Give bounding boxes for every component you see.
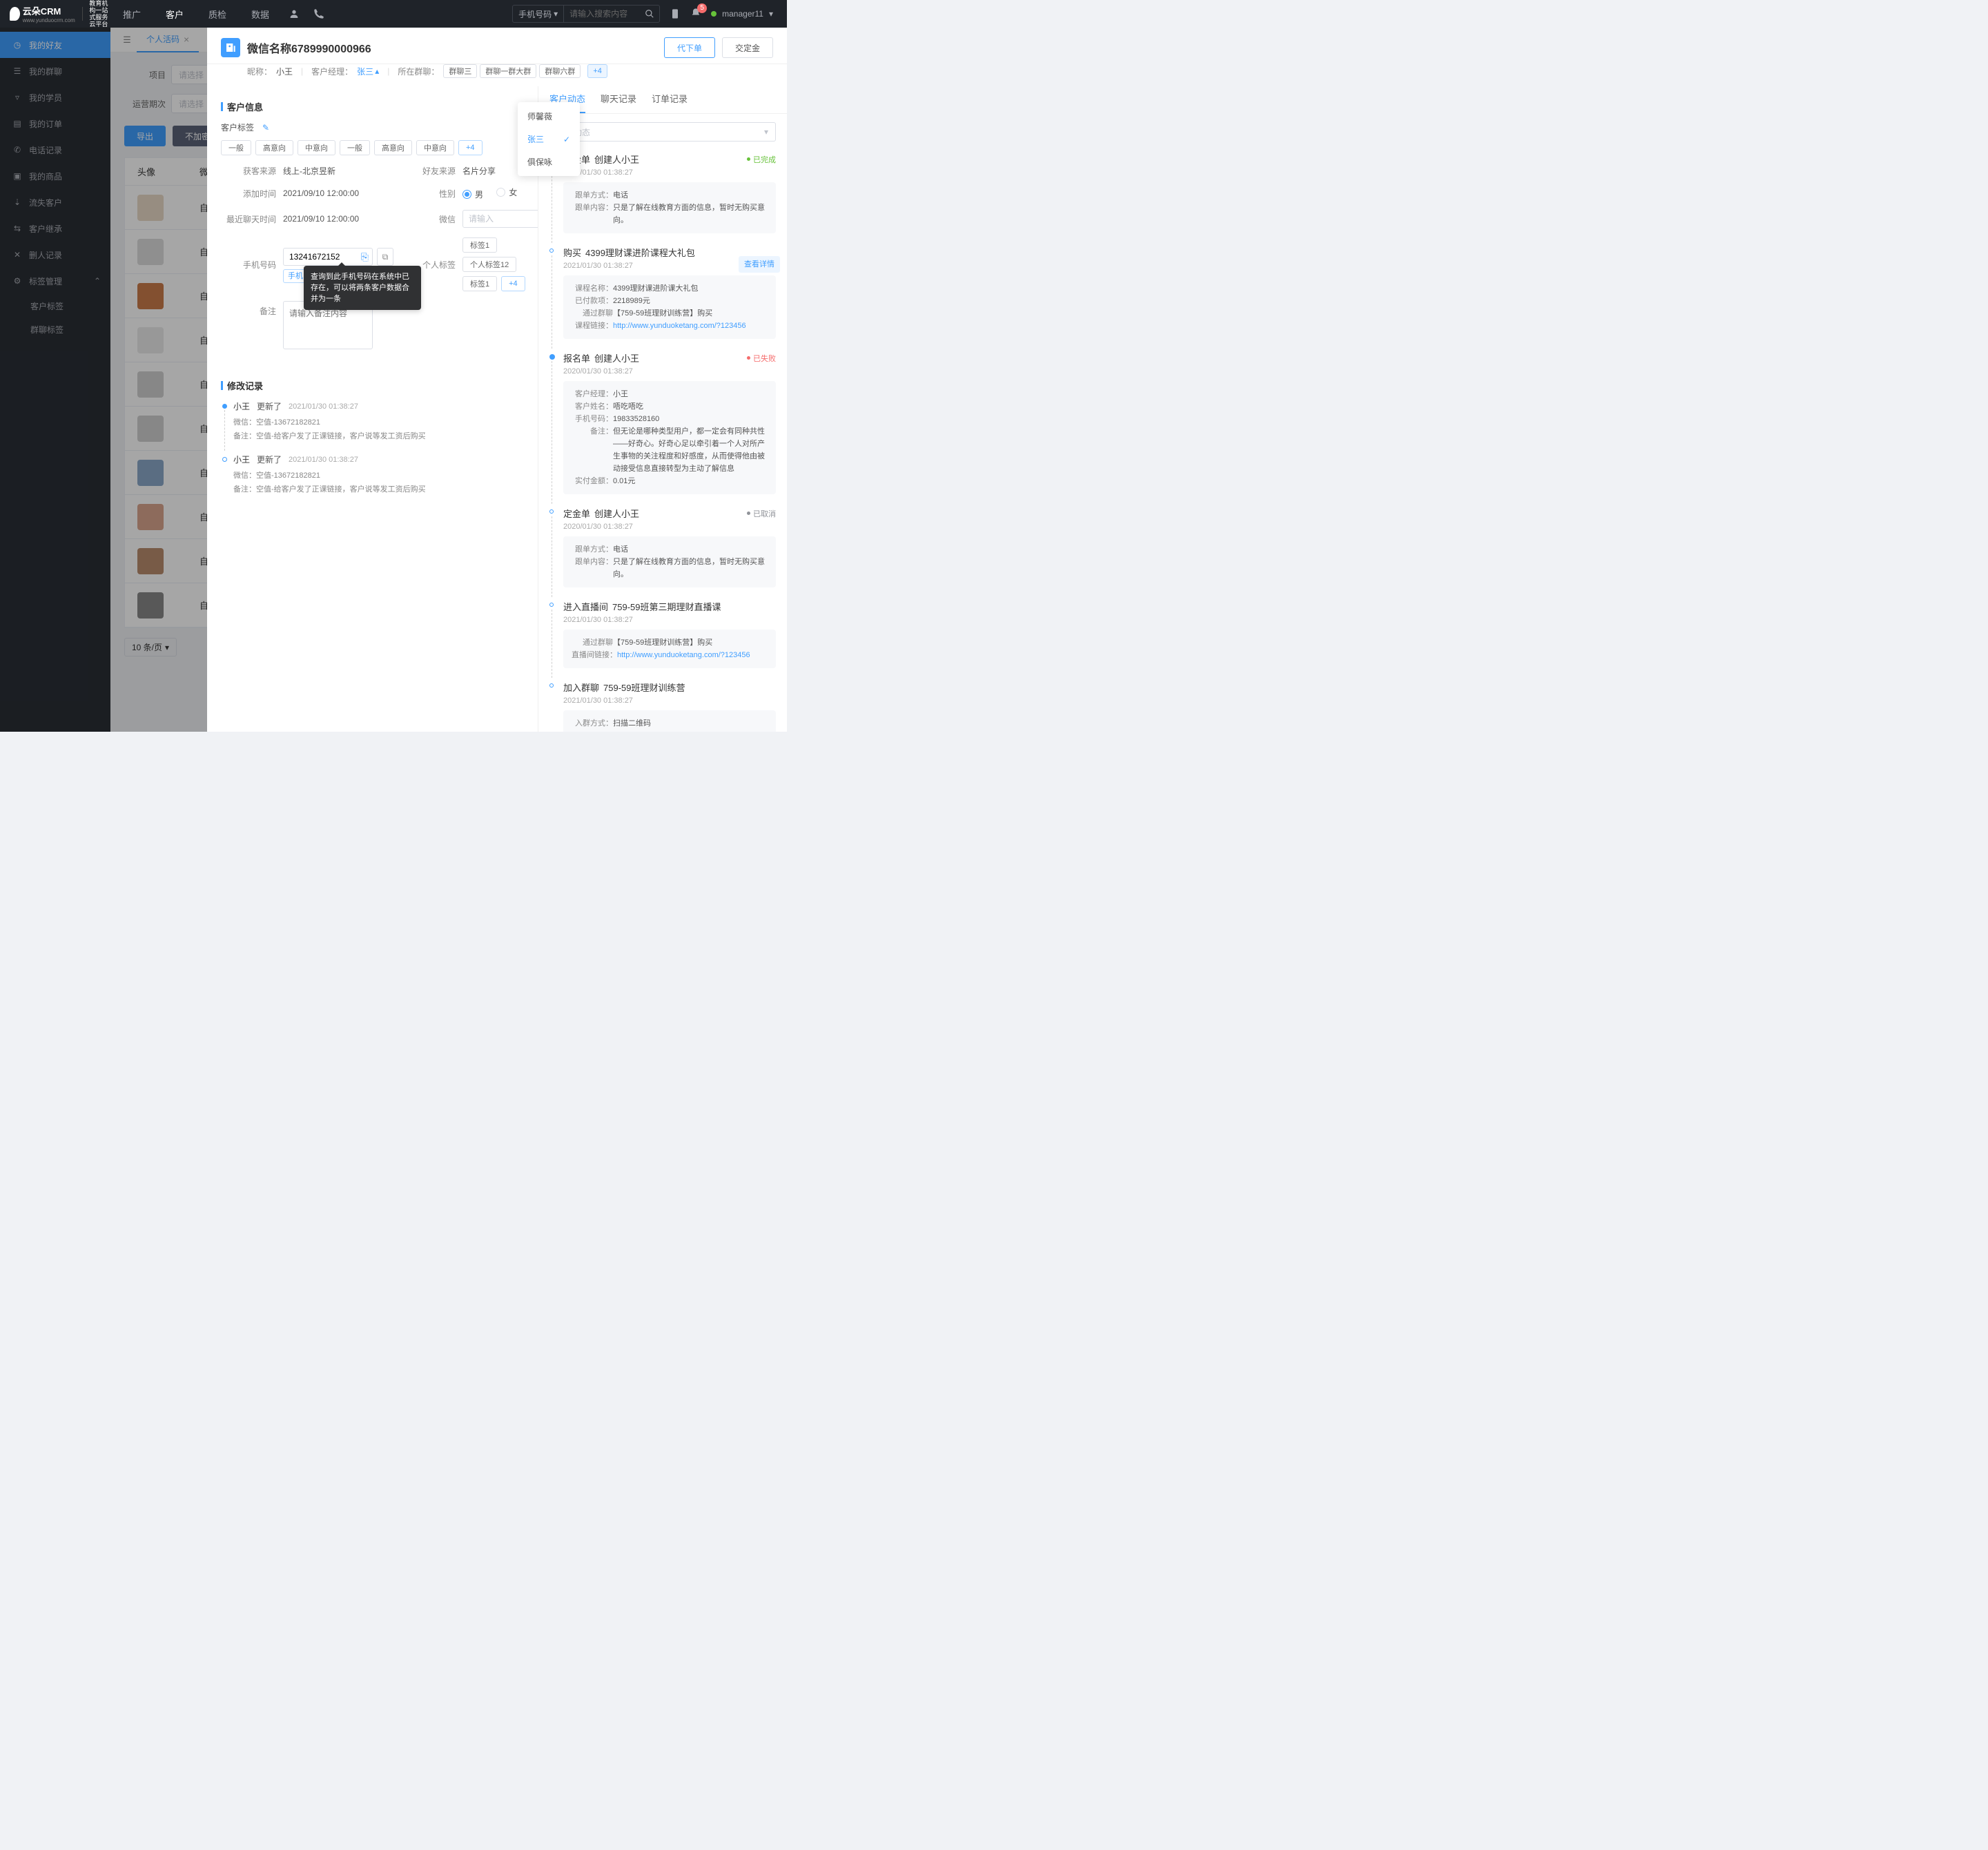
customer-tag[interactable]: 一般	[340, 140, 370, 155]
timeline-item: 定金单创建人小王已完成2020/01/30 01:38:27跟单方式：电话跟单内…	[549, 153, 776, 233]
drawer-subheader: 昵称： 小王 | 客户经理： 张三▴ | 所在群聊： 群聊三群聊一群大群群聊六群…	[207, 64, 787, 86]
chevron-down-icon: ▾	[554, 9, 558, 19]
chevron-up-icon: ▴	[375, 66, 379, 76]
phone-merge-tooltip: 查询到此手机号码在系统中已存在，可以将两条客户数据合并为一条	[304, 266, 421, 310]
notifications[interactable]: 5	[690, 8, 701, 21]
manager-select[interactable]: 张三▴	[357, 66, 379, 77]
timeline-card: 跟单方式：电话跟单内容：只是了解在线教育方面的信息，暂时无购买意向。	[563, 182, 776, 233]
section-change-log: 修改记录	[221, 379, 524, 392]
log-item: 小王更新了2021/01/30 01:38:27微信：空值-1367218282…	[221, 454, 524, 494]
section-customer-info: 客户信息	[221, 100, 524, 113]
log-item: 小王更新了2021/01/30 01:38:27微信：空值-1367218282…	[221, 400, 524, 441]
chevron-down-icon: ▾	[764, 127, 768, 137]
gender-male-radio[interactable]: 男	[462, 188, 483, 200]
check-icon: ✓	[563, 135, 570, 144]
logo: 云朵CRM www.yunduocrm.com 教育机构一站 式服务云平台	[0, 0, 110, 28]
status-dot	[711, 11, 717, 17]
mobile-icon[interactable]	[670, 8, 681, 19]
id-card-icon[interactable]: ⎘	[361, 251, 369, 263]
search-input[interactable]	[564, 9, 640, 19]
group-more[interactable]: +4	[587, 64, 607, 78]
group-chip[interactable]: 群聊一群大群	[480, 64, 536, 78]
wechat-input[interactable]	[462, 210, 538, 228]
manager-dropdown: 师馨薇张三✓俱保咏	[518, 102, 580, 176]
logo-icon	[10, 7, 20, 21]
right-tab[interactable]: 聊天记录	[601, 92, 636, 113]
gender-female-radio[interactable]: 女	[496, 186, 517, 198]
timeline-item: 进入直播间759-59班第三期理财直播课2021/01/30 01:38:27通…	[549, 600, 776, 668]
timeline-item: 加入群聊759-59班理财训练营2021/01/30 01:38:27入群方式：…	[549, 681, 776, 732]
status-badge: 已取消	[747, 508, 776, 519]
nav-item[interactable]: 推广	[110, 0, 153, 28]
right-tab[interactable]: 订单记录	[652, 92, 688, 113]
user-menu[interactable]: manager11 ▾	[711, 9, 773, 19]
topbar: 云朵CRM www.yunduocrm.com 教育机构一站 式服务云平台 推广…	[0, 0, 787, 28]
nav-item[interactable]: 数据	[239, 0, 282, 28]
group-chip[interactable]: 群聊三	[443, 64, 477, 78]
group-chip[interactable]: 群聊六群	[539, 64, 581, 78]
drawer-right: 客户动态聊天记录订单记录 全部动态 ▾ 定金单创建人小王已完成2020/01/3…	[538, 86, 787, 732]
customer-tag[interactable]: 中意向	[416, 140, 454, 155]
tag-more[interactable]: +4	[458, 140, 483, 155]
copy-phone-icon[interactable]: ⧉	[377, 248, 393, 266]
timeline-item: 购买4399理财课进阶课程大礼包2021/01/30 01:38:27查看详情课…	[549, 246, 776, 339]
timeline-card: 入群方式：扫描二维码	[563, 710, 776, 732]
status-badge: 已完成	[747, 154, 776, 165]
customer-tag[interactable]: 高意向	[374, 140, 412, 155]
phone-input[interactable]	[283, 248, 373, 266]
status-badge: 已失败	[747, 353, 776, 364]
timeline-card: 客户经理：小王客户姓名：唔吃唔吃手机号码：19833528160备注：但无论是哪…	[563, 381, 776, 494]
customer-drawer: 微信名称6789990000966 代下单 交定金 昵称： 小王 | 客户经理：…	[207, 28, 787, 732]
logo-text: 云朵CRM	[23, 4, 75, 17]
dropdown-option[interactable]: 师馨薇	[518, 105, 580, 128]
timeline-card: 跟单方式：电话跟单内容：只是了解在线教育方面的信息，暂时无购买意向。	[563, 536, 776, 587]
timeline-item: 定金单创建人小王已取消2020/01/30 01:38:27跟单方式：电话跟单内…	[549, 507, 776, 587]
place-order-button[interactable]: 代下单	[664, 37, 715, 58]
customer-icon	[221, 38, 240, 57]
personal-tag[interactable]: 标签1	[462, 276, 497, 291]
phone-icon[interactable]	[313, 8, 324, 19]
drawer-title: 微信名称6789990000966	[247, 39, 371, 56]
activity-timeline[interactable]: 定金单创建人小王已完成2020/01/30 01:38:27跟单方式：电话跟单内…	[538, 150, 787, 732]
timeline-card: 查看详情课程名称：4399理财课进阶课大礼包已付款项：2218989元通过群聊【…	[563, 275, 776, 339]
deposit-button[interactable]: 交定金	[722, 37, 773, 58]
nav-item[interactable]: 质检	[196, 0, 239, 28]
search-button[interactable]	[640, 6, 659, 22]
personal-tag-more[interactable]: +4	[501, 276, 525, 291]
timeline-card: 通过群聊【759-59班理财训练营】购买直播间链接：http://www.yun…	[563, 630, 776, 668]
activity-filter-select[interactable]: 全部动态 ▾	[549, 122, 776, 142]
timeline-item: 报名单创建人小王已失败2020/01/30 01:38:27客户经理：小王客户姓…	[549, 351, 776, 494]
personal-tag[interactable]: 标签1	[462, 237, 497, 253]
customer-tag[interactable]: 一般	[221, 140, 251, 155]
dropdown-option[interactable]: 张三✓	[518, 128, 580, 150]
chevron-down-icon: ▾	[769, 9, 773, 19]
view-detail-button[interactable]: 查看详情	[739, 256, 780, 273]
drawer-left: 客户信息 客户标签 ✎ 一般高意向中意向一般高意向中意向+4 获客来源 线上-北…	[207, 86, 538, 732]
drawer-header: 微信名称6789990000966 代下单 交定金	[207, 28, 787, 64]
notification-badge: 5	[697, 3, 707, 13]
user-icon[interactable]	[289, 8, 300, 19]
customer-tag[interactable]: 高意向	[255, 140, 293, 155]
global-search: 手机号码▾	[512, 5, 660, 23]
customer-tag[interactable]: 中意向	[298, 140, 335, 155]
edit-tags-icon[interactable]: ✎	[262, 123, 269, 133]
nav-item[interactable]: 客户	[153, 0, 196, 28]
nav: 推广客户质检数据	[110, 0, 282, 28]
dropdown-option[interactable]: 俱保咏	[518, 150, 580, 173]
personal-tag[interactable]: 个人标签12	[462, 257, 516, 272]
search-type-select[interactable]: 手机号码▾	[513, 6, 564, 22]
